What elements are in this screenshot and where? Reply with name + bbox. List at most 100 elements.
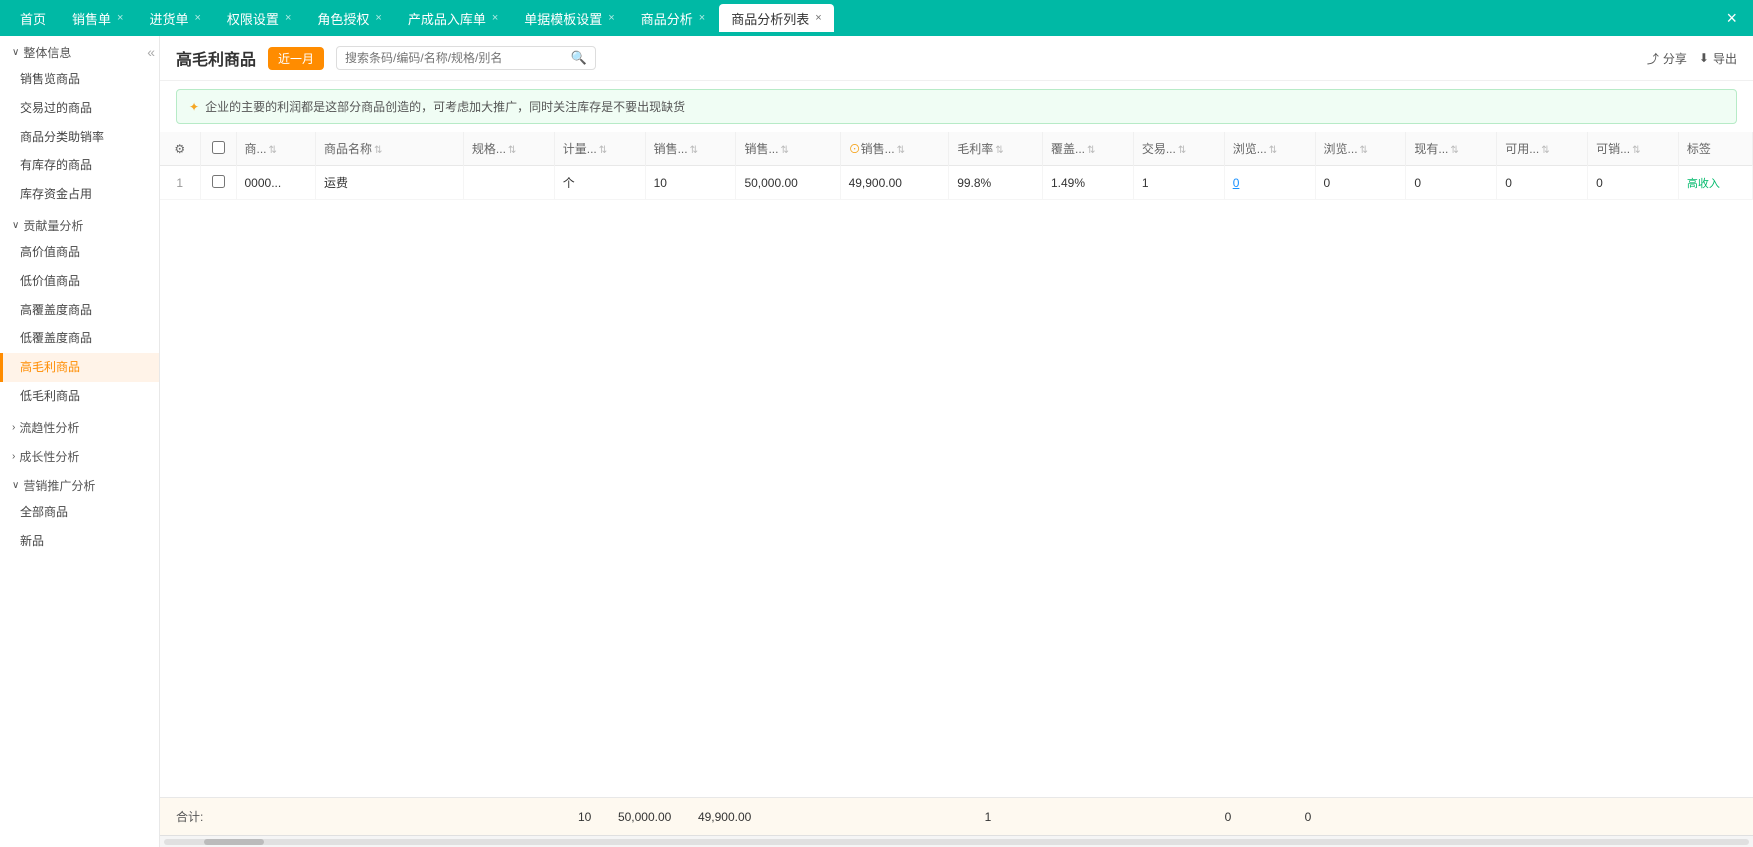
table-container[interactable]: ⚙ 商...⇅ 商品名称⇅ 规格...⇅ 计量...⇅ 销售...⇅ 销售...… [160,132,1753,797]
sidebar-item-high-coverage[interactable]: 高覆盖度商品 [0,296,159,325]
chevron-down-icon: ∨ [12,47,19,58]
sidebar-section-growth[interactable]: › 成长性分析 [0,440,159,469]
select-all-checkbox[interactable] [212,141,225,154]
row-gross-margin: 99.8% [949,166,1043,200]
col-sellable-stock[interactable]: 可销...⇅ [1588,132,1679,166]
row-sellable-stock: 0 [1588,166,1679,200]
close-icon[interactable]: × [285,12,291,24]
filter-button[interactable]: 近一月 [268,47,324,70]
nav-item-analysis[interactable]: 商品分析 × [629,4,717,32]
col-name[interactable]: 商品名称⇅ [315,132,463,166]
col-current-stock[interactable]: 现有...⇅ [1406,132,1497,166]
chevron-right-icon: › [12,422,15,433]
footer-transaction: 1 [919,810,999,824]
nav-item-home[interactable]: 首页 [8,4,58,32]
close-icon[interactable]: × [375,12,381,24]
sidebar-section-overall[interactable]: ∨ 整体信息 [0,36,159,65]
row-browse1[interactable]: 0 [1224,166,1315,200]
row-spec [463,166,554,200]
content-header: 高毛利商品 近一月 🔍 ⤴ 分享 ⬇ 导出 [160,36,1753,81]
nav-item-template[interactable]: 单据模板设置 × [512,4,626,32]
sidebar-item-new-goods[interactable]: 新品 [0,527,159,556]
row-name: 运费 [315,166,463,200]
sidebar-item-sales-overview[interactable]: 销售览商品 [0,65,159,94]
row-unit: 个 [554,166,645,200]
col-browse1[interactable]: 浏览...⇅ [1224,132,1315,166]
footer-available-stock: 0 [1239,810,1319,824]
info-banner: ✦ 企业的主要的利润都是这部分商品创造的，可考虑加大推广，同时关注库存是不要出现… [176,89,1737,124]
search-icon[interactable]: 🔍 [571,50,587,66]
close-icon[interactable]: × [117,12,123,24]
col-spec[interactable]: 规格...⇅ [463,132,554,166]
close-icon[interactable]: × [815,12,821,24]
row-available-stock: 0 [1497,166,1588,200]
row-sales-amount: 50,000.00 [736,166,840,200]
col-sales-cost[interactable]: ⊙销售...⇅ [840,132,949,166]
col-settings[interactable]: ⚙ [160,132,200,166]
nav-item-permission[interactable]: 权限设置 × [215,4,303,32]
sidebar-collapse-button[interactable]: « [147,44,155,60]
col-gross-margin[interactable]: 毛利率⇅ [949,132,1043,166]
sidebar-item-low-margin[interactable]: 低毛利商品 [0,382,159,411]
footer-current-stock: 0 [1159,810,1239,824]
row-code: 0000... [236,166,315,200]
share-icon: ⤴ [1647,50,1659,67]
table-header-row: ⚙ 商...⇅ 商品名称⇅ 规格...⇅ 计量...⇅ 销售...⇅ 销售...… [160,132,1753,166]
row-tag: 高收入 [1678,166,1752,200]
sidebar-item-traded-goods[interactable]: 交易过的商品 [0,94,159,123]
row-coverage: 1.49% [1043,166,1134,200]
col-available-stock[interactable]: 可用...⇅ [1497,132,1588,166]
scrollbar-thumb[interactable] [204,839,264,845]
col-transaction[interactable]: 交易...⇅ [1133,132,1224,166]
footer-label: 合计: [176,808,203,825]
window-close-button[interactable]: × [1718,8,1745,29]
sidebar-item-in-stock[interactable]: 有库存的商品 [0,151,159,180]
page-title: 高毛利商品 [176,46,256,70]
content-area: 高毛利商品 近一月 🔍 ⤴ 分享 ⬇ 导出 ✦ 企业的主要的利润都是这部分商品创… [160,36,1753,847]
export-icon: ⬇ [1699,51,1709,65]
chevron-down-icon: ∨ [12,220,19,231]
share-button[interactable]: ⤴ 分享 [1647,50,1687,67]
sidebar-item-stock-capital[interactable]: 库存资金占用 [0,180,159,209]
top-nav: 首页 销售单 × 进货单 × 权限设置 × 角色授权 × 产成品入库单 × 单据… [0,0,1753,36]
row-browse2: 0 [1315,166,1406,200]
info-icon: ✦ [189,100,199,114]
row-transaction: 1 [1133,166,1224,200]
row-current-stock: 0 [1406,166,1497,200]
sidebar-item-high-margin[interactable]: 高毛利商品 [0,353,159,382]
col-unit[interactable]: 计量...⇅ [554,132,645,166]
sidebar-item-low-coverage[interactable]: 低覆盖度商品 [0,324,159,353]
row-checkbox[interactable] [200,166,236,200]
close-icon[interactable]: × [699,12,705,24]
sidebar-item-low-value[interactable]: 低价值商品 [0,267,159,296]
col-code[interactable]: 商...⇅ [236,132,315,166]
scrollbar-track [164,839,1749,845]
sidebar-section-contribution[interactable]: ∨ 贡献量分析 [0,209,159,238]
col-sales-amount[interactable]: 销售...⇅ [736,132,840,166]
nav-item-product-entry[interactable]: 产成品入库单 × [396,4,510,32]
main-layout: « ∨ 整体信息 销售览商品 交易过的商品 商品分类助销率 有库存的商品 库存资… [0,36,1753,847]
sidebar-item-category-assist[interactable]: 商品分类助销率 [0,123,159,152]
chevron-right-icon: › [12,451,15,462]
export-button[interactable]: ⬇ 导出 [1699,50,1737,67]
col-browse2[interactable]: 浏览...⇅ [1315,132,1406,166]
search-input[interactable] [345,51,567,65]
close-icon[interactable]: × [492,12,498,24]
row-num: 1 [160,166,200,200]
nav-item-role[interactable]: 角色授权 × [305,4,393,32]
col-tag[interactable]: 标签 [1678,132,1752,166]
nav-item-sales[interactable]: 销售单 × [60,4,135,32]
horizontal-scrollbar[interactable] [160,835,1753,847]
close-icon[interactable]: × [608,12,614,24]
sidebar-item-all-goods[interactable]: 全部商品 [0,498,159,527]
chevron-down-icon: ∨ [12,480,19,491]
sidebar-section-marketing[interactable]: ∨ 营销推广分析 [0,469,159,498]
row-sales-qty: 10 [645,166,736,200]
col-sales-qty[interactable]: 销售...⇅ [645,132,736,166]
sidebar-item-high-value[interactable]: 高价值商品 [0,238,159,267]
nav-item-analysis-list[interactable]: 商品分析列表 × [719,4,833,32]
sidebar-section-trend[interactable]: › 流趋性分析 [0,411,159,440]
col-coverage[interactable]: 覆盖...⇅ [1043,132,1134,166]
nav-item-purchase[interactable]: 进货单 × [137,4,212,32]
close-icon[interactable]: × [194,12,200,24]
